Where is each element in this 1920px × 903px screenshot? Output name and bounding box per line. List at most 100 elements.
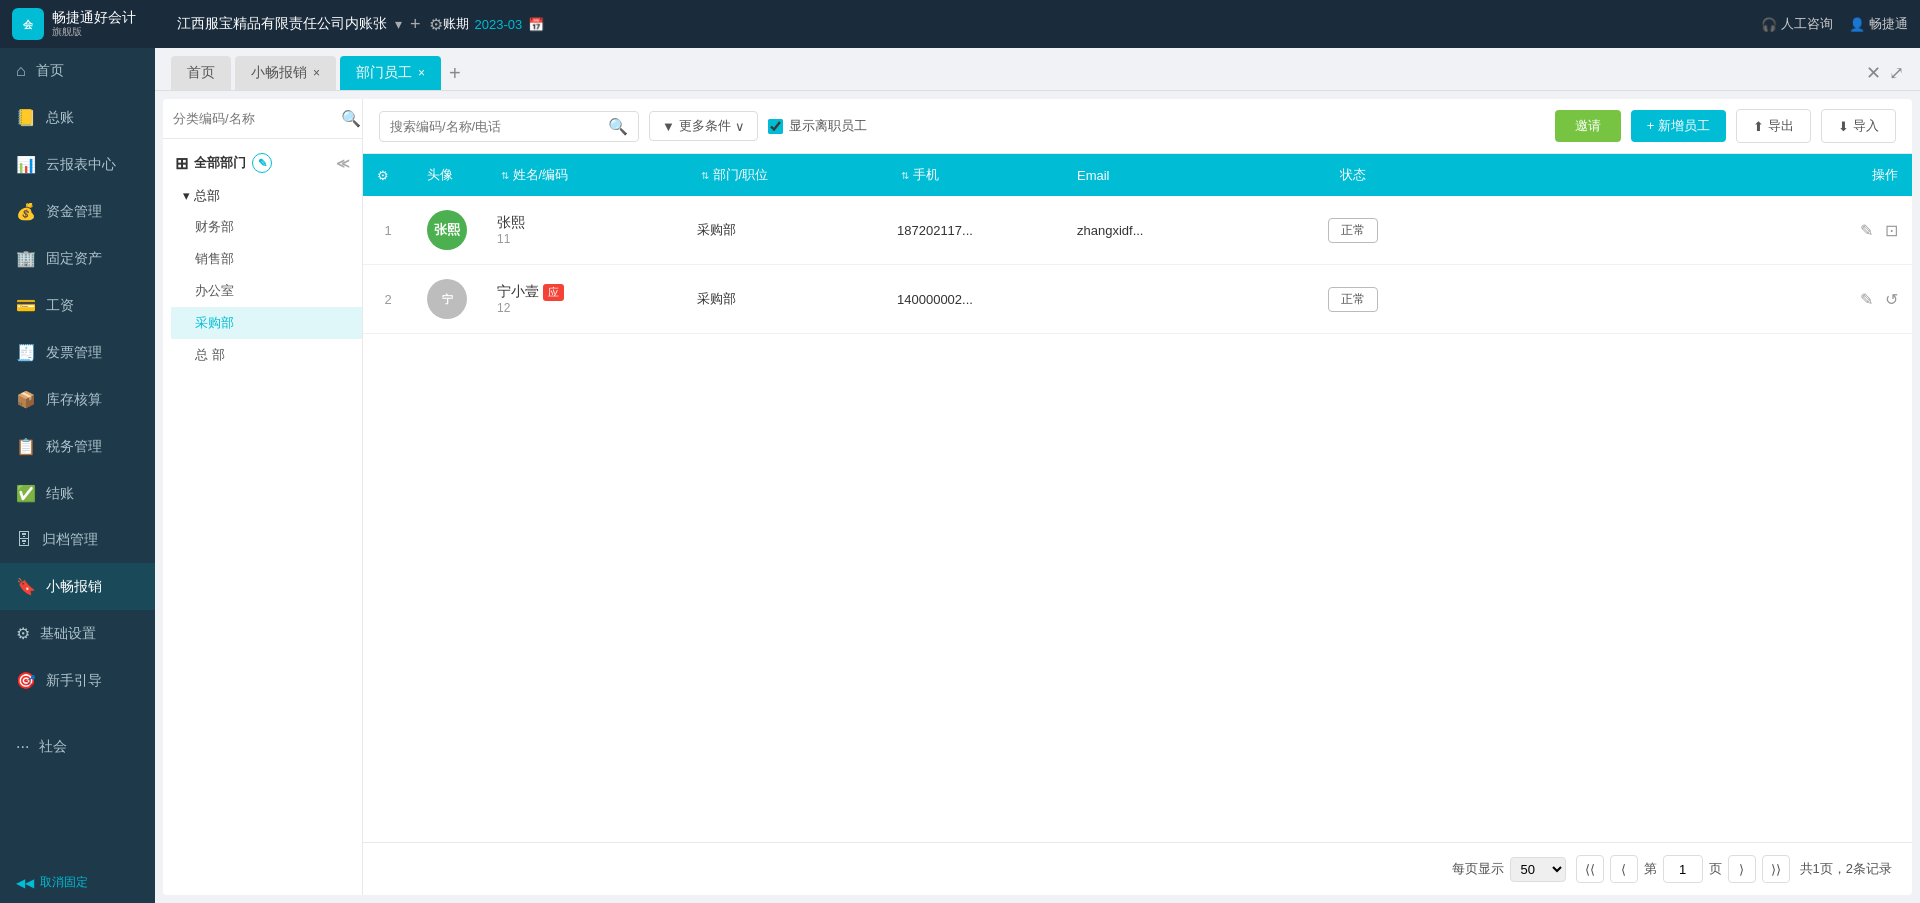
edit-emp-1-icon[interactable]: ✎ (1860, 221, 1873, 240)
last-page-button[interactable]: ⟩⟩ (1762, 855, 1790, 883)
user-info[interactable]: 👤 畅捷通 (1849, 15, 1908, 33)
per-page-dropdown[interactable]: 10 20 50 100 (1510, 857, 1566, 882)
add-employee-button[interactable]: + 新增员工 (1631, 110, 1726, 142)
col-name[interactable]: ⇅ 姓名/编码 (483, 154, 683, 196)
cancel-pin-button[interactable]: ◀◀ 取消固定 (0, 862, 155, 903)
company-dropdown-icon[interactable]: ▾ (395, 16, 402, 32)
employee-search-input[interactable] (390, 119, 602, 134)
sidebar-label-home: 首页 (36, 62, 64, 80)
prev-page-button[interactable]: ⟨ (1610, 855, 1638, 883)
home-icon: ⌂ (16, 62, 26, 80)
sidebar-item-reports[interactable]: 📊 云报表中心 (0, 141, 155, 188)
tab-employees[interactable]: 部门员工 × (340, 56, 441, 90)
sidebar-item-salary[interactable]: 💳 工资 (0, 282, 155, 329)
dept-item-sales[interactable]: 销售部 (171, 243, 362, 275)
headset-icon: 🎧 (1761, 17, 1777, 32)
total-records-label: 共1页，2条记录 (1800, 860, 1892, 878)
employee-table: ⚙ 头像 ⇅ 姓名/编码 ⇅ 部门/职位 ⇅ 手机 (363, 154, 1912, 334)
employee-search-bar: 🔍 (379, 111, 639, 142)
export-button[interactable]: ⬆ 导出 (1736, 109, 1811, 143)
reports-icon: 📊 (16, 155, 36, 174)
filter-label: 更多条件 (679, 117, 731, 135)
user-name: 畅捷通 (1869, 15, 1908, 33)
logout-emp-1-icon[interactable]: ⊡ (1885, 221, 1898, 240)
add-company-icon[interactable]: + (410, 14, 421, 35)
tab-expense-close[interactable]: × (313, 66, 320, 80)
company-selector[interactable]: 江西服宝精品有限责任公司内账张 ▾ + ⚙ (177, 14, 443, 35)
sidebar-item-home[interactable]: ⌂ 首页 (0, 48, 155, 94)
sidebar-item-invoice[interactable]: 🧾 发票管理 (0, 329, 155, 376)
sidebar-label-inventory: 库存核算 (46, 391, 102, 409)
sidebar-item-expense[interactable]: 🔖 小畅报销 (0, 563, 155, 610)
first-page-button[interactable]: ⟨⟨ (1576, 855, 1604, 883)
show-resigned-checkbox[interactable] (768, 119, 783, 134)
sidebar-label-settings: 基础设置 (40, 625, 96, 643)
import-button[interactable]: ⬇ 导入 (1821, 109, 1896, 143)
dept-cell-1: 采购部 (683, 196, 883, 265)
dept-sort-icon: ⇅ (701, 170, 709, 181)
dept-item-general[interactable]: 总 部 (171, 339, 362, 371)
delete-emp-2-icon[interactable]: ↺ (1885, 290, 1898, 309)
settings-icon[interactable]: ⚙ (429, 15, 443, 34)
invite-button[interactable]: 邀请 (1555, 110, 1621, 142)
filter-icon: ▼ (662, 119, 675, 134)
edit-dept-button[interactable]: ✎ (252, 153, 272, 173)
sidebar-item-inventory[interactable]: 📦 库存核算 (0, 376, 155, 423)
window-controls: ✕ ⤢ (1866, 62, 1904, 84)
col-phone[interactable]: ⇅ 手机 (883, 154, 1063, 196)
tab-employees-label: 部门员工 (356, 64, 412, 82)
col-settings[interactable]: ⚙ (363, 154, 413, 196)
dept-item-finance[interactable]: 财务部 (171, 211, 362, 243)
status-badge-2: 正常 (1328, 287, 1378, 312)
col-dept[interactable]: ⇅ 部门/职位 (683, 154, 883, 196)
import-label: 导入 (1853, 117, 1879, 135)
dept-search-input[interactable] (173, 111, 341, 126)
sidebar-item-archive[interactable]: 🗄 归档管理 (0, 517, 155, 563)
ledger-icon: 📒 (16, 108, 36, 127)
calendar-icon[interactable]: 📅 (528, 17, 544, 32)
avatar-cell-1: 张熙 (413, 196, 483, 265)
dept-search-icon[interactable]: 🔍 (341, 109, 361, 128)
filter-down-icon: ∨ (735, 119, 745, 134)
more-filter-button[interactable]: ▼ 更多条件 ∨ (649, 111, 758, 141)
sidebar-item-assets[interactable]: 🏢 固定资产 (0, 235, 155, 282)
tab-home[interactable]: 首页 (171, 56, 231, 90)
emp-code-2: 12 (497, 301, 669, 315)
col-status: 状态 (1263, 154, 1443, 196)
sidebar-item-settings[interactable]: ⚙ 基础设置 (0, 610, 155, 657)
per-page-label: 每页显示 (1452, 860, 1504, 878)
logo-icon: 会 (12, 8, 44, 40)
action-cell-1: ✎ ⊡ (1443, 196, 1912, 265)
sidebar-item-guide[interactable]: 🎯 新手引导 (0, 657, 155, 704)
col-op: 操作 (1443, 154, 1912, 196)
next-page-button[interactable]: ⟩ (1728, 855, 1756, 883)
page-ye-label: 页 (1709, 860, 1722, 878)
sidebar-item-funds[interactable]: 💰 资金管理 (0, 188, 155, 235)
action-cell-2: ✎ ↺ (1443, 265, 1912, 334)
email-cell-2 (1063, 265, 1263, 334)
tab-expense[interactable]: 小畅报销 × (235, 56, 336, 90)
sidebar-item-checkout[interactable]: ✅ 结账 (0, 470, 155, 517)
sidebar-label-guide: 新手引导 (46, 672, 102, 690)
sidebar-item-tax[interactable]: 📋 税务管理 (0, 423, 155, 470)
collapse-icon[interactable]: ≪ (336, 156, 350, 171)
dept-root-label[interactable]: ▾ 总部 (171, 181, 362, 211)
sidebar: ⌂ 首页 📒 总账 📊 云报表中心 💰 资金管理 🏢 固定资产 💳 工资 🧾 发… (0, 48, 155, 903)
col-email: Email (1063, 154, 1263, 196)
phone-cell-2: 140000002... (883, 265, 1063, 334)
employee-search-icon[interactable]: 🔍 (608, 117, 628, 136)
customer-service[interactable]: 🎧 人工咨询 (1761, 15, 1833, 33)
page-number-input[interactable] (1663, 855, 1703, 883)
sidebar-item-more[interactable]: ··· 社会 (0, 724, 155, 770)
dept-item-purchase[interactable]: 采购部 (171, 307, 362, 339)
dept-item-office[interactable]: 办公室 (171, 275, 362, 307)
all-dept-header[interactable]: ⊞ 全部部门 ✎ ≪ (163, 145, 362, 181)
tab-expense-label: 小畅报销 (251, 64, 307, 82)
tab-employees-close[interactable]: × (418, 66, 425, 80)
maximize-window-icon[interactable]: ⤢ (1889, 62, 1904, 84)
sidebar-item-ledger[interactable]: 📒 总账 (0, 94, 155, 141)
edit-emp-2-icon[interactable]: ✎ (1860, 290, 1873, 309)
sidebar-label-invoice: 发票管理 (46, 344, 102, 362)
add-tab-button[interactable]: + (449, 63, 461, 83)
close-window-icon[interactable]: ✕ (1866, 62, 1881, 84)
